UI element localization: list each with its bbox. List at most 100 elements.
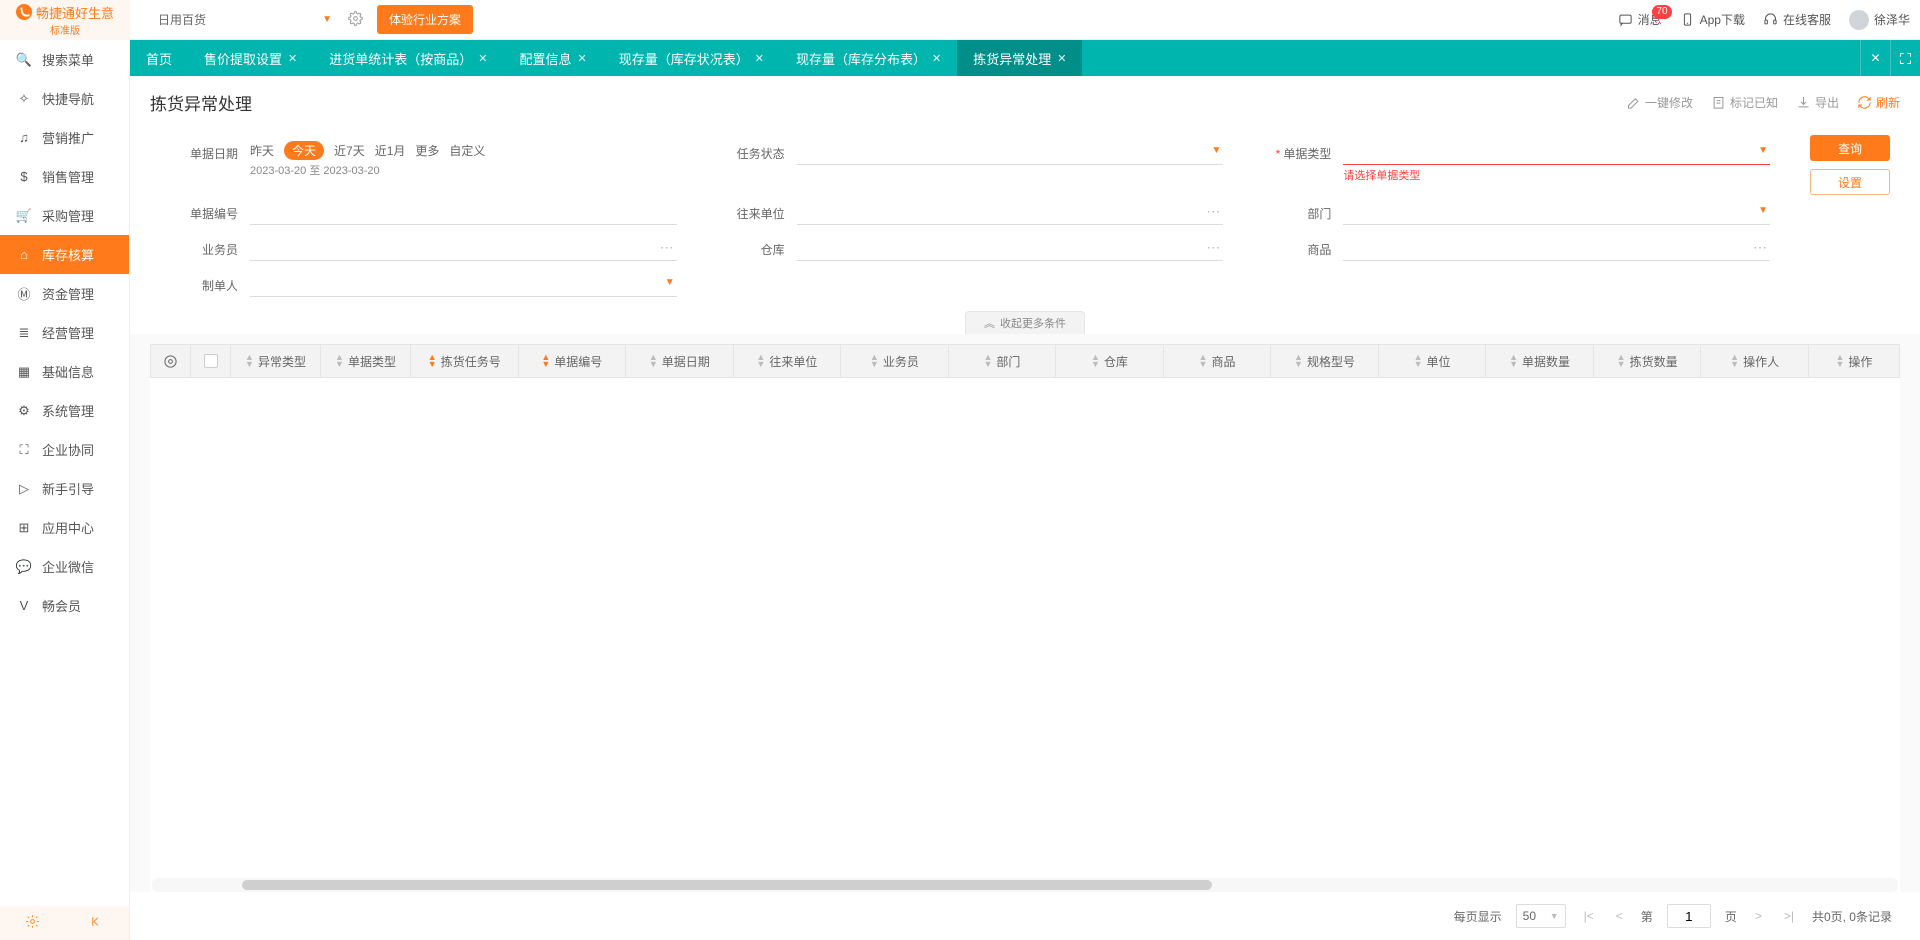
col-10[interactable]: ▲▼规格型号 [1271, 345, 1379, 377]
date-option-0[interactable]: 昨天 [250, 142, 274, 159]
industry-settings-icon[interactable] [348, 11, 363, 29]
refresh-button[interactable]: 刷新 [1857, 94, 1900, 111]
label-doc-date: 单据日期 [160, 141, 250, 189]
tab-3[interactable]: 配置信息✕ [503, 40, 602, 76]
sidebar-item-1[interactable]: ✧快捷导航 [0, 79, 129, 118]
sidebar-item-3[interactable]: $销售管理 [0, 157, 129, 196]
experience-plan-button[interactable]: 体验行业方案 [377, 5, 473, 34]
task-status-select[interactable] [797, 141, 1224, 165]
industry-select[interactable]: 日用百货 ▼ [150, 6, 340, 34]
sort-icon: ▲▼ [1294, 354, 1303, 368]
more-icon[interactable]: ⋯ [1753, 239, 1768, 256]
results-table: ▲▼异常类型▲▼单据类型▲▼拣货任务号▲▼单据编号▲▼单据日期▲▼往来单位▲▼业… [150, 344, 1900, 892]
col-9[interactable]: ▲▼商品 [1164, 345, 1272, 377]
close-icon[interactable]: ✕ [1057, 52, 1066, 65]
pager-prev-button[interactable]: < [1612, 909, 1627, 923]
sidebar-item-2[interactable]: ♫营销推广 [0, 118, 129, 157]
more-icon[interactable]: ⋯ [1206, 203, 1221, 220]
col-8[interactable]: ▲▼仓库 [1056, 345, 1164, 377]
select-all-checkbox[interactable] [191, 345, 231, 377]
salesman-input[interactable] [250, 237, 677, 261]
col-2[interactable]: ▲▼拣货任务号 [411, 345, 519, 377]
sidebar-item-5[interactable]: ⌂库存核算 [0, 235, 129, 274]
col-6[interactable]: ▲▼业务员 [841, 345, 949, 377]
sidebar-item-0[interactable]: 🔍搜索菜单 [0, 40, 129, 79]
table-body-empty [150, 378, 1900, 878]
mark-read-button[interactable]: 标记已知 [1711, 94, 1778, 111]
col-12[interactable]: ▲▼单据数量 [1486, 345, 1594, 377]
date-option-5[interactable]: 自定义 [449, 142, 485, 159]
collapse-filters-button[interactable]: ︽ 收起更多条件 [965, 311, 1085, 334]
sidebar-item-13[interactable]: 💬企业微信 [0, 547, 129, 586]
col-15[interactable]: ▲▼操作 [1809, 345, 1899, 377]
date-option-1[interactable]: 今天 [284, 141, 324, 160]
col-1[interactable]: ▲▼单据类型 [321, 345, 411, 377]
sort-icon: ▲▼ [245, 354, 254, 368]
sort-icon: ▲▼ [1091, 354, 1100, 368]
doc-no-input[interactable] [250, 201, 677, 225]
sort-icon: ▲▼ [541, 354, 550, 368]
col-0[interactable]: ▲▼异常类型 [231, 345, 321, 377]
online-service-button[interactable]: 在线客服 [1763, 11, 1831, 28]
tab-0[interactable]: 首页 [130, 40, 188, 76]
per-page-select[interactable]: 50▼ [1516, 904, 1566, 928]
tab-5[interactable]: 现存量（库存分布表）✕ [780, 40, 957, 76]
sidebar-icon: ⛶ [16, 442, 32, 458]
close-icon[interactable]: ✕ [755, 52, 764, 65]
pager-page-input[interactable] [1667, 904, 1711, 928]
settings-button[interactable]: 设置 [1810, 169, 1890, 195]
date-option-4[interactable]: 更多 [415, 142, 439, 159]
sidebar-item-9[interactable]: ⚙系统管理 [0, 391, 129, 430]
col-4[interactable]: ▲▼单据日期 [626, 345, 734, 377]
more-icon[interactable]: ⋯ [660, 239, 675, 256]
col-13[interactable]: ▲▼拣货数量 [1594, 345, 1702, 377]
pager-last-button[interactable]: >| [1780, 909, 1798, 923]
query-button[interactable]: 查询 [1810, 135, 1890, 161]
sidebar-item-6[interactable]: Ⓜ资金管理 [0, 274, 129, 313]
sidebar-item-10[interactable]: ⛶企业协同 [0, 430, 129, 469]
tab-close-all-icon[interactable]: ✕ [1860, 40, 1890, 76]
sidebar-item-12[interactable]: ⊞应用中心 [0, 508, 129, 547]
sidebar-item-8[interactable]: ▦基础信息 [0, 352, 129, 391]
sort-icon: ▲▼ [756, 354, 765, 368]
tab-6[interactable]: 拣货异常处理✕ [957, 40, 1082, 76]
batch-edit-button[interactable]: 一键修改 [1626, 94, 1693, 111]
date-option-2[interactable]: 近7天 [334, 142, 365, 159]
col-11[interactable]: ▲▼单位 [1379, 345, 1487, 377]
tab-fullscreen-icon[interactable] [1890, 40, 1920, 76]
product-input[interactable] [1343, 237, 1770, 261]
col-14[interactable]: ▲▼操作人 [1701, 345, 1809, 377]
more-icon[interactable]: ⋯ [1206, 239, 1221, 256]
user-menu[interactable]: 徐泽华 [1849, 10, 1910, 30]
app-download-button[interactable]: App下载 [1680, 11, 1745, 28]
close-icon[interactable]: ✕ [478, 52, 487, 65]
doc-type-select[interactable] [1343, 141, 1770, 165]
sidebar-item-11[interactable]: ▷新手引导 [0, 469, 129, 508]
pager-first-button[interactable]: |< [1580, 909, 1598, 923]
settings-icon[interactable] [25, 914, 40, 932]
table-settings-icon[interactable] [151, 345, 191, 377]
close-icon[interactable]: ✕ [932, 52, 941, 65]
tab-1[interactable]: 售价提取设置✕ [188, 40, 313, 76]
collapse-sidebar-icon[interactable] [89, 914, 104, 932]
close-icon[interactable]: ✕ [578, 52, 587, 65]
col-3[interactable]: ▲▼单据编号 [519, 345, 627, 377]
col-5[interactable]: ▲▼往来单位 [734, 345, 842, 377]
messages-button[interactable]: 消息 70 [1618, 11, 1662, 28]
tab-4[interactable]: 现存量（库存状况表）✕ [603, 40, 780, 76]
dept-select[interactable] [1343, 201, 1770, 225]
col-7[interactable]: ▲▼部门 [949, 345, 1057, 377]
horizontal-scrollbar[interactable] [152, 878, 1898, 892]
counterparty-input[interactable] [797, 201, 1224, 225]
export-button[interactable]: 导出 [1796, 94, 1839, 111]
sidebar-item-4[interactable]: 🛒采购管理 [0, 196, 129, 235]
creator-select[interactable] [250, 273, 677, 297]
pager-next-button[interactable]: > [1751, 909, 1766, 923]
sidebar-item-14[interactable]: V畅会员 [0, 586, 129, 625]
tab-2[interactable]: 进货单统计表（按商品）✕ [313, 40, 503, 76]
sidebar-item-7[interactable]: ≣经营管理 [0, 313, 129, 352]
date-option-3[interactable]: 近1月 [375, 142, 406, 159]
warehouse-input[interactable] [797, 237, 1224, 261]
close-icon[interactable]: ✕ [288, 52, 297, 65]
avatar-icon [1849, 10, 1869, 30]
